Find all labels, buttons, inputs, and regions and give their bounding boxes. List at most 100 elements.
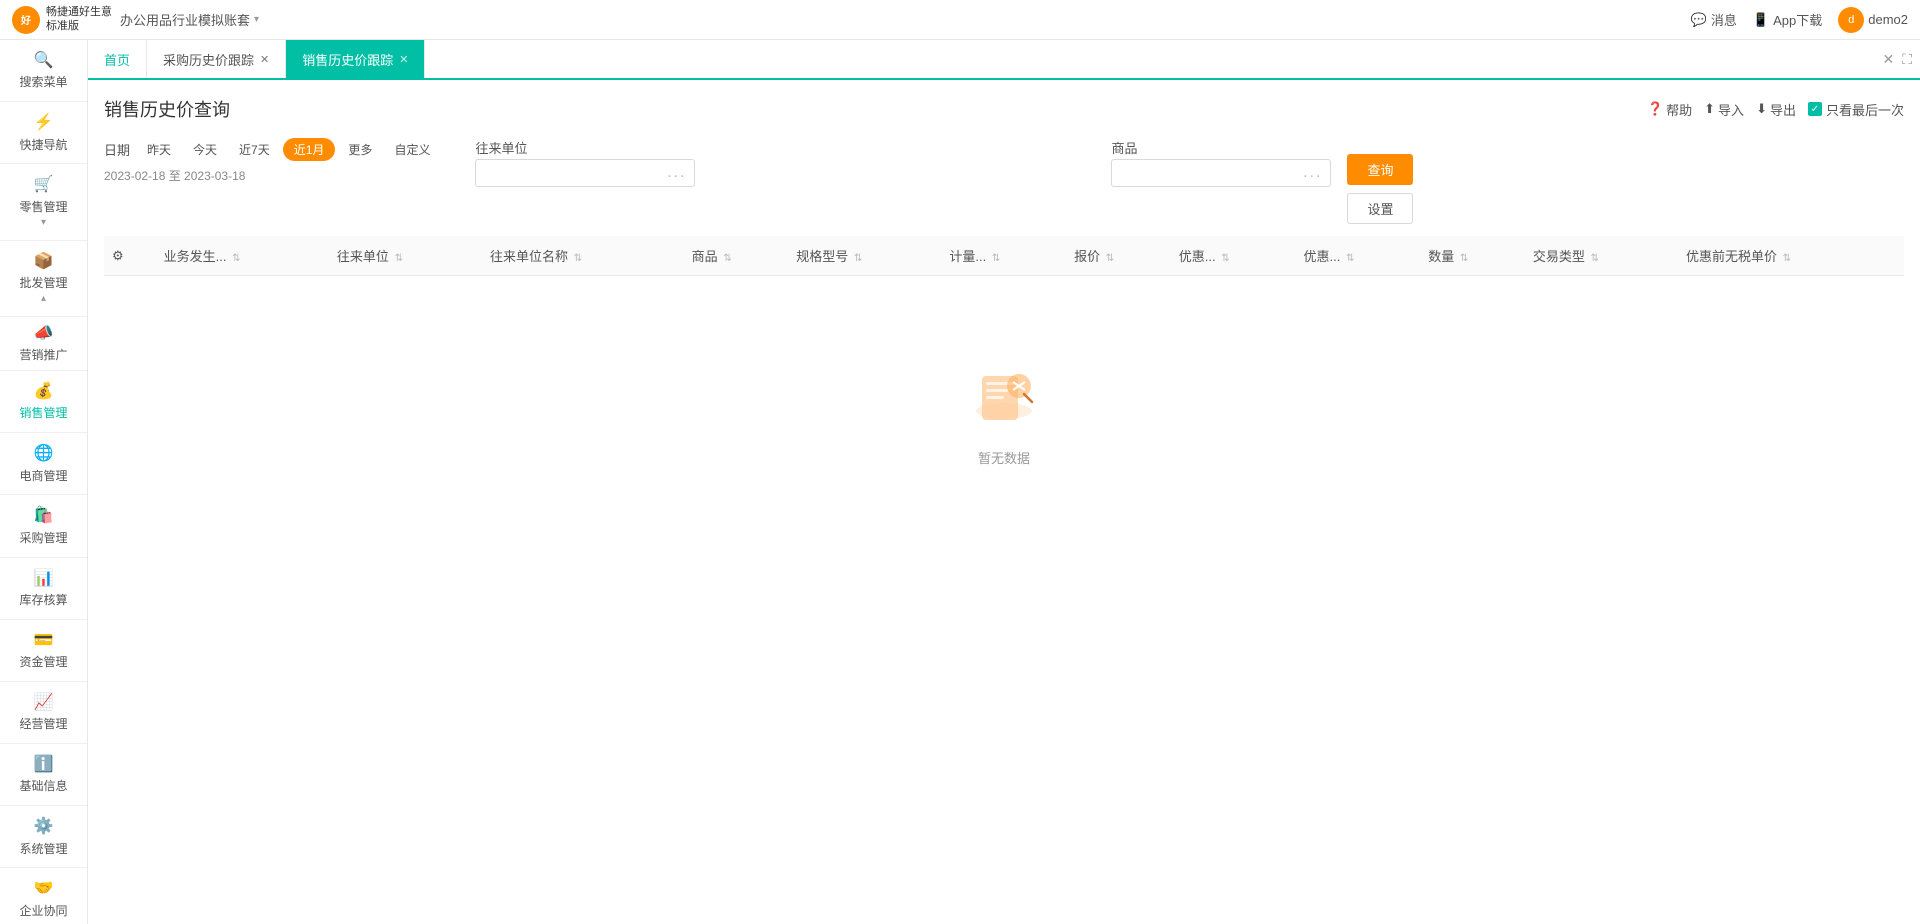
sort-icon: ⇅ <box>1591 253 1599 264</box>
system-icon: ⚙️ <box>34 816 54 838</box>
partner-filter-field: 往来单位 ... <box>475 138 695 187</box>
export-btn[interactable]: ⬇ 导出 <box>1756 100 1796 119</box>
table-col-product[interactable]: 商品 ⇅ <box>684 236 789 276</box>
product-input[interactable]: ... <box>1111 159 1331 187</box>
table-col-unit[interactable]: 计量... ⇅ <box>941 236 1066 276</box>
help-icon: ❓ <box>1647 101 1663 117</box>
tab-bar-actions: ✕ ⛶ <box>1874 40 1920 78</box>
sort-icon: ⇅ <box>992 253 1000 264</box>
dropdown-arrow-icon: ▾ <box>254 14 259 25</box>
sort-icon: ⇅ <box>723 253 731 264</box>
data-table: ⚙ 业务发生... ⇅ 往来单位 ⇅ <box>104 236 1904 547</box>
sort-icon: ⇅ <box>1221 253 1229 264</box>
date-btn-yesterday[interactable]: 昨天 <box>138 138 180 161</box>
user-profile[interactable]: d demo2 <box>1838 7 1908 33</box>
table-col-qty[interactable]: 数量 ⇅ <box>1420 236 1525 276</box>
home-tab-label: 首页 <box>104 50 130 69</box>
table-col-partner-name[interactable]: 往来单位名称 ⇅ <box>482 236 684 276</box>
sort-icon: ⇅ <box>1460 253 1468 264</box>
query-button[interactable]: 查询 <box>1347 154 1413 185</box>
empty-illustration <box>964 356 1044 436</box>
table-col-price[interactable]: 报价 ⇅ <box>1066 236 1171 276</box>
purchase-icon: 🛍️ <box>34 505 54 527</box>
partner-input-dots: ... <box>667 164 686 182</box>
sort-icon: ⇅ <box>574 253 582 264</box>
finance-icon: 💳 <box>34 630 54 652</box>
partner-input[interactable]: ... <box>475 159 695 187</box>
basic-icon: ℹ️ <box>34 754 54 776</box>
sort-icon: ⇅ <box>232 253 240 264</box>
sidebar-item-enterprise[interactable]: 🤝 企业协同 <box>0 868 87 924</box>
enterprise-icon: 🤝 <box>34 878 54 900</box>
sort-icon: ⇅ <box>1346 253 1354 264</box>
date-btn-more[interactable]: 更多 <box>339 138 381 161</box>
sidebar-item-ecommerce[interactable]: 🌐 电商管理 <box>0 433 87 495</box>
table-col-trade-type[interactable]: 交易类型 ⇅ <box>1525 236 1678 276</box>
sidebar-item-basic[interactable]: ℹ️ 基础信息 <box>0 744 87 806</box>
sidebar-item-sales[interactable]: 💰 销售管理 <box>0 371 87 433</box>
table-container: ⚙ 业务发生... ⇅ 往来单位 ⇅ <box>104 236 1904 547</box>
page-title: 销售历史价查询 <box>104 96 230 122</box>
ecommerce-icon: 🌐 <box>34 443 54 465</box>
date-btn-1month[interactable]: 近1月 <box>283 138 336 161</box>
table-col-spec[interactable]: 规格型号 ⇅ <box>788 236 941 276</box>
app-title[interactable]: 办公用品行业模拟账套 ▾ <box>120 10 259 29</box>
help-btn[interactable]: ❓ 帮助 <box>1647 100 1692 119</box>
date-label: 日期 <box>104 140 130 159</box>
import-btn[interactable]: ⬆ 导入 <box>1704 100 1744 119</box>
only-latest-checkbox[interactable]: ✓ 只看最后一次 <box>1808 100 1904 119</box>
date-btn-7days[interactable]: 近7天 <box>230 138 279 161</box>
inventory-icon: 📊 <box>34 568 54 590</box>
marketing-icon: 📣 <box>34 323 54 345</box>
sort-icon: ⇅ <box>1783 253 1791 264</box>
checkbox-checked-icon: ✓ <box>1808 102 1822 116</box>
table-col-notax-price[interactable]: 优惠前无税单价 ⇅ <box>1678 236 1904 276</box>
tab-home[interactable]: 首页 <box>88 40 147 78</box>
tab-purchase-history[interactable]: 采购历史价跟踪 ✕ <box>147 40 286 78</box>
table-col-date[interactable]: 业务发生... ⇅ <box>156 236 329 276</box>
table-col-discount1[interactable]: 优惠... ⇅ <box>1171 236 1296 276</box>
table-settings-icon: ⚙ <box>112 248 124 263</box>
page-title-actions: ❓ 帮助 ⬆ 导入 ⬇ 导出 ✓ 只看最后一次 <box>1647 100 1904 119</box>
message-icon: 💬 <box>1691 12 1707 28</box>
table-col-settings[interactable]: ⚙ <box>104 236 156 276</box>
search-icon: 🔍 <box>34 50 54 72</box>
date-btn-custom[interactable]: 自定义 <box>385 138 439 161</box>
tab-sales-history[interactable]: 销售历史价跟踪 ✕ <box>286 40 425 78</box>
sidebar-item-search[interactable]: 🔍 搜索菜单 <box>0 40 87 102</box>
import-icon: ⬆ <box>1704 101 1715 117</box>
main-layout: 🔍 搜索菜单 ⚡ 快捷导航 🛒 零售管理 ▾ 📦 批发管理 ▴ 📣 营销推广 💰… <box>0 40 1920 924</box>
page-title-row: 销售历史价查询 ❓ 帮助 ⬆ 导入 ⬇ 导出 <box>104 96 1904 122</box>
sidebar-item-retail[interactable]: 🛒 零售管理 ▾ <box>0 164 87 240</box>
maximize-btn[interactable]: ⛶ <box>1902 51 1912 68</box>
message-btn[interactable]: 💬 消息 <box>1691 10 1737 29</box>
date-btn-today[interactable]: 今天 <box>184 138 226 161</box>
close-purchase-history-tab[interactable]: ✕ <box>260 53 269 66</box>
app-download-btn[interactable]: 📱 App下载 <box>1753 10 1822 29</box>
date-range-display: 2023-02-18 至 2023-03-18 <box>104 167 439 184</box>
close-tab-btn[interactable]: ✕ <box>1882 51 1894 68</box>
table-header-row: ⚙ 业务发生... ⇅ 往来单位 ⇅ <box>104 236 1904 276</box>
sort-icon: ⇅ <box>395 253 403 264</box>
operations-icon: 📈 <box>34 692 54 714</box>
sidebar-item-marketing[interactable]: 📣 营销推广 <box>0 317 87 371</box>
sidebar-item-system[interactable]: ⚙️ 系统管理 <box>0 806 87 868</box>
sidebar-item-operations[interactable]: 📈 经营管理 <box>0 682 87 744</box>
sales-icon: 💰 <box>34 381 54 403</box>
product-filter-field: 商品 ... <box>1111 138 1331 187</box>
sidebar-item-shortcut[interactable]: ⚡ 快捷导航 <box>0 102 87 164</box>
table-col-partner[interactable]: 往来单位 ⇅ <box>329 236 482 276</box>
retail-icon: 🛒 <box>34 174 54 196</box>
sort-icon: ⇅ <box>1106 253 1114 264</box>
top-bar: 好 畅捷通好生意 标准版 办公用品行业模拟账套 ▾ 💬 消息 📱 App下载 d… <box>0 0 1920 40</box>
sidebar-item-inventory[interactable]: 📊 库存核算 <box>0 558 87 620</box>
table-col-discount2[interactable]: 优惠... ⇅ <box>1296 236 1421 276</box>
logo-area: 好 畅捷通好生意 标准版 <box>12 6 112 34</box>
sidebar-item-finance[interactable]: 💳 资金管理 <box>0 620 87 682</box>
sidebar-item-wholesale[interactable]: 📦 批发管理 ▴ <box>0 241 87 317</box>
close-sales-history-tab[interactable]: ✕ <box>399 53 408 66</box>
sidebar-item-purchase[interactable]: 🛍️ 采购管理 <box>0 495 87 557</box>
sidebar: 🔍 搜索菜单 ⚡ 快捷导航 🛒 零售管理 ▾ 📦 批发管理 ▴ 📣 营销推广 💰… <box>0 40 88 924</box>
empty-state: 暂无数据 <box>104 276 1904 547</box>
filter-settings-button[interactable]: 设置 <box>1347 193 1413 224</box>
